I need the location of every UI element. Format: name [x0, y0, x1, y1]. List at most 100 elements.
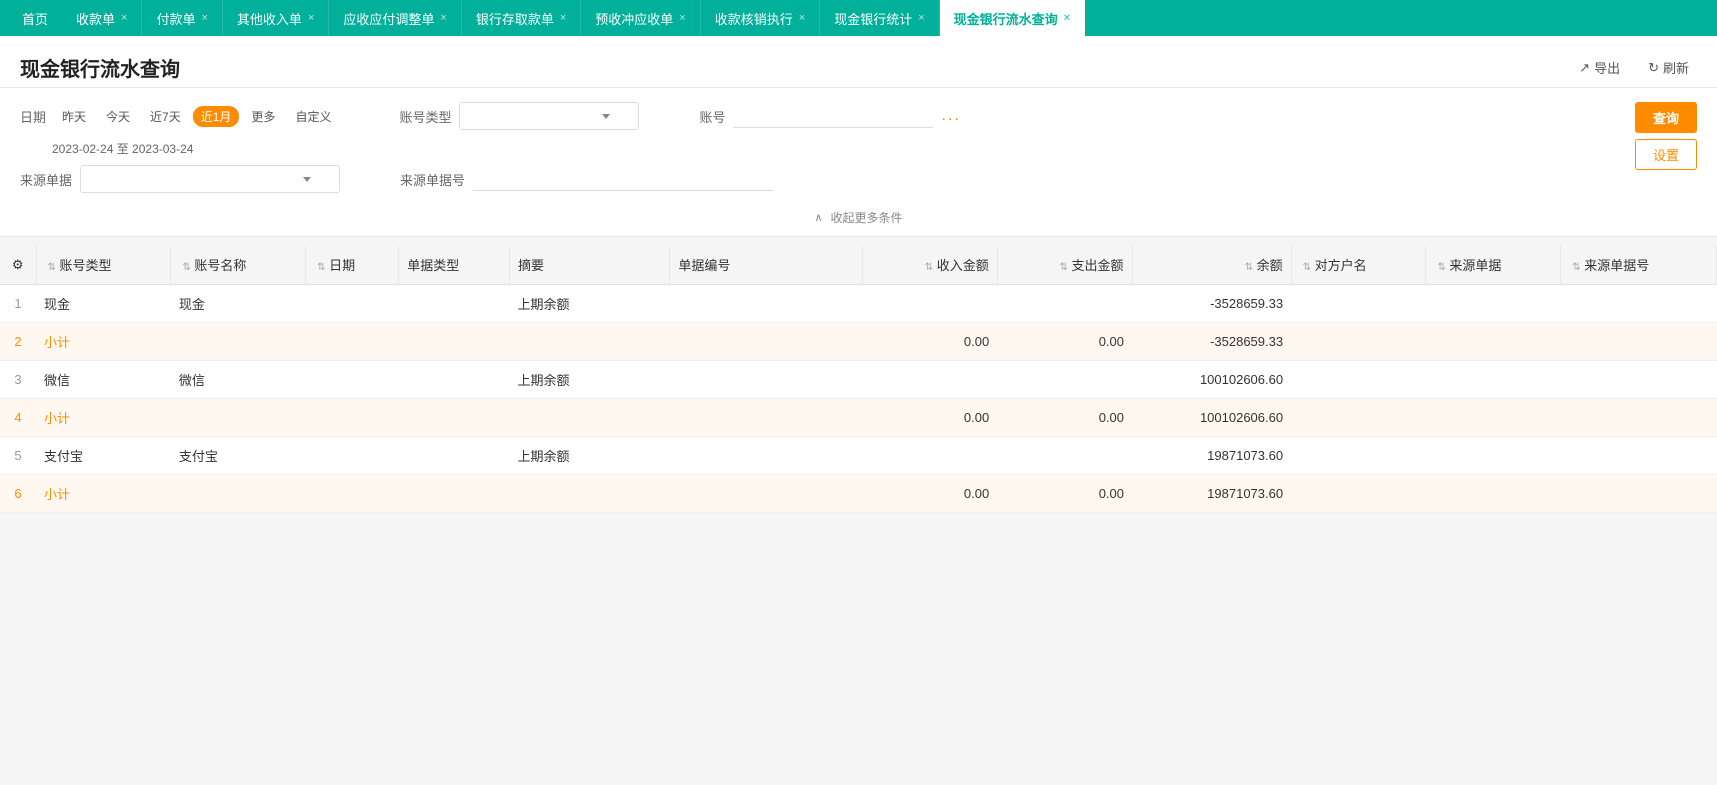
col-date[interactable]: ⇅ 日期	[306, 245, 399, 285]
cell-account-type: 小计	[36, 399, 171, 437]
cell-balance: 19871073.60	[1132, 437, 1291, 475]
col-income[interactable]: ⇅ 收入金额	[862, 245, 997, 285]
nav-tab-7[interactable]: 现金银行统计 ×	[820, 0, 939, 36]
cell-expense: 0.00	[997, 475, 1132, 513]
cell-doc-type	[399, 437, 510, 475]
cell-balance: -3528659.33	[1132, 323, 1291, 361]
page-title: 现金银行流水查询	[20, 53, 180, 82]
cell-expense: 0.00	[997, 399, 1132, 437]
col-counterparty[interactable]: ⇅ 对方户名	[1291, 245, 1426, 285]
query-button[interactable]: 查询	[1635, 102, 1697, 133]
cell-counterparty	[1291, 285, 1426, 323]
account-type-filter-group: 账号类型	[399, 102, 639, 130]
date-btn-custom[interactable]: 自定义	[287, 106, 339, 127]
nav-tab-2[interactable]: 其他收入单 ×	[223, 0, 329, 36]
col-doc-type[interactable]: 单据类型	[399, 245, 510, 285]
cell-doc-no	[670, 399, 863, 437]
sort-icon: ⇅	[48, 262, 56, 273]
table-row: 1 现金 现金 上期余额 -3528659.33	[0, 285, 1717, 323]
col-gear[interactable]: ⚙	[0, 245, 36, 285]
cell-income: 0.00	[862, 399, 997, 437]
cell-source-doc	[1426, 285, 1561, 323]
cell-source-doc-no	[1561, 399, 1717, 437]
sort-icon: ⇅	[1303, 262, 1311, 273]
close-icon[interactable]: ×	[201, 12, 207, 24]
nav-tab-0[interactable]: 收款单 ×	[62, 0, 142, 36]
close-icon[interactable]: ×	[679, 12, 685, 24]
cell-income: 0.00	[862, 475, 997, 513]
col-summary[interactable]: 摘要	[509, 245, 669, 285]
refresh-button[interactable]: ↻ 刷新	[1640, 54, 1697, 81]
cell-account-type: 小计	[36, 323, 171, 361]
close-icon[interactable]: ×	[560, 12, 566, 24]
nav-tab-1[interactable]: 付款单 ×	[142, 0, 222, 36]
source-doc-no-input[interactable]	[473, 167, 773, 191]
cell-source-doc	[1426, 475, 1561, 513]
cell-expense	[997, 285, 1132, 323]
close-icon[interactable]: ×	[308, 12, 314, 24]
row-number: 1	[0, 285, 36, 323]
account-type-label: 账号类型	[399, 107, 451, 126]
date-label: 日期	[20, 107, 46, 126]
col-expense[interactable]: ⇅ 支出金额	[997, 245, 1132, 285]
cell-account-name: 现金	[171, 285, 306, 323]
col-source-doc-no[interactable]: ⇅ 来源单据号	[1561, 245, 1717, 285]
row-number: 6	[0, 475, 36, 513]
header-actions: ↗ 导出 ↻ 刷新	[1571, 54, 1697, 81]
table-header-row: ⚙ ⇅ 账号类型 ⇅ 账号名称 ⇅ 日期 单据类型 摘要 单据编号 ⇅	[0, 245, 1717, 285]
cell-counterparty	[1291, 437, 1426, 475]
cell-source-doc	[1426, 361, 1561, 399]
nav-tab-6[interactable]: 收款核销执行 ×	[701, 0, 820, 36]
account-dots[interactable]: ...	[941, 107, 960, 125]
col-account-type[interactable]: ⇅ 账号类型	[36, 245, 171, 285]
close-icon[interactable]: ×	[121, 12, 127, 24]
col-doc-no[interactable]: 单据编号	[670, 245, 863, 285]
collapse-bar[interactable]: ∧ 收起更多条件	[20, 209, 1697, 226]
cell-balance: 100102606.60	[1132, 399, 1291, 437]
cell-source-doc-no	[1561, 285, 1717, 323]
close-icon[interactable]: ×	[918, 12, 924, 24]
date-btn-yesterday[interactable]: 昨天	[54, 106, 94, 127]
action-buttons: 查询 设置	[1635, 102, 1697, 170]
sort-icon: ⇅	[925, 262, 933, 273]
cell-date	[306, 285, 399, 323]
nav-tab-4[interactable]: 银行存取款单 ×	[462, 0, 581, 36]
cell-account-name: 支付宝	[171, 437, 306, 475]
account-input[interactable]	[733, 104, 933, 128]
source-doc-label: 来源单据	[20, 170, 72, 189]
cell-account-name	[171, 323, 306, 361]
export-button[interactable]: ↗ 导出	[1571, 54, 1628, 81]
cell-expense	[997, 361, 1132, 399]
col-account-name[interactable]: ⇅ 账号名称	[171, 245, 306, 285]
cell-doc-no	[670, 323, 863, 361]
col-balance[interactable]: ⇅ 余额	[1132, 245, 1291, 285]
date-btn-1month[interactable]: 近1月	[193, 106, 240, 127]
cell-counterparty	[1291, 475, 1426, 513]
date-btn-7days[interactable]: 近7天	[142, 106, 189, 127]
cell-counterparty	[1291, 361, 1426, 399]
account-type-select[interactable]	[459, 102, 639, 130]
table-row: 5 支付宝 支付宝 上期余额 19871073.60	[0, 437, 1717, 475]
close-icon[interactable]: ×	[799, 12, 805, 24]
export-icon: ↗	[1579, 60, 1590, 76]
cell-expense: 0.00	[997, 323, 1132, 361]
date-btn-today[interactable]: 今天	[98, 106, 138, 127]
col-source-doc[interactable]: ⇅ 来源单据	[1426, 245, 1561, 285]
cell-balance: 100102606.60	[1132, 361, 1291, 399]
nav-home[interactable]: 首页	[8, 0, 62, 36]
source-doc-no-filter-group: 来源单据号	[400, 167, 773, 191]
close-icon[interactable]: ×	[440, 12, 446, 24]
account-filter-group: 账号 ...	[699, 104, 960, 128]
settings-button[interactable]: 设置	[1635, 139, 1697, 170]
source-doc-select[interactable]	[80, 165, 340, 193]
cell-account-type: 微信	[36, 361, 171, 399]
nav-tab-5[interactable]: 预收冲应收单 ×	[581, 0, 700, 36]
cell-source-doc	[1426, 323, 1561, 361]
cell-summary: 上期余额	[509, 437, 669, 475]
nav-tab-8[interactable]: 现金银行流水查询 ×	[940, 0, 1085, 36]
date-btn-more[interactable]: 更多	[243, 106, 283, 127]
nav-tab-3[interactable]: 应收应付调整单 ×	[329, 0, 461, 36]
close-icon[interactable]: ×	[1064, 12, 1070, 24]
cell-counterparty	[1291, 323, 1426, 361]
cell-source-doc-no	[1561, 361, 1717, 399]
